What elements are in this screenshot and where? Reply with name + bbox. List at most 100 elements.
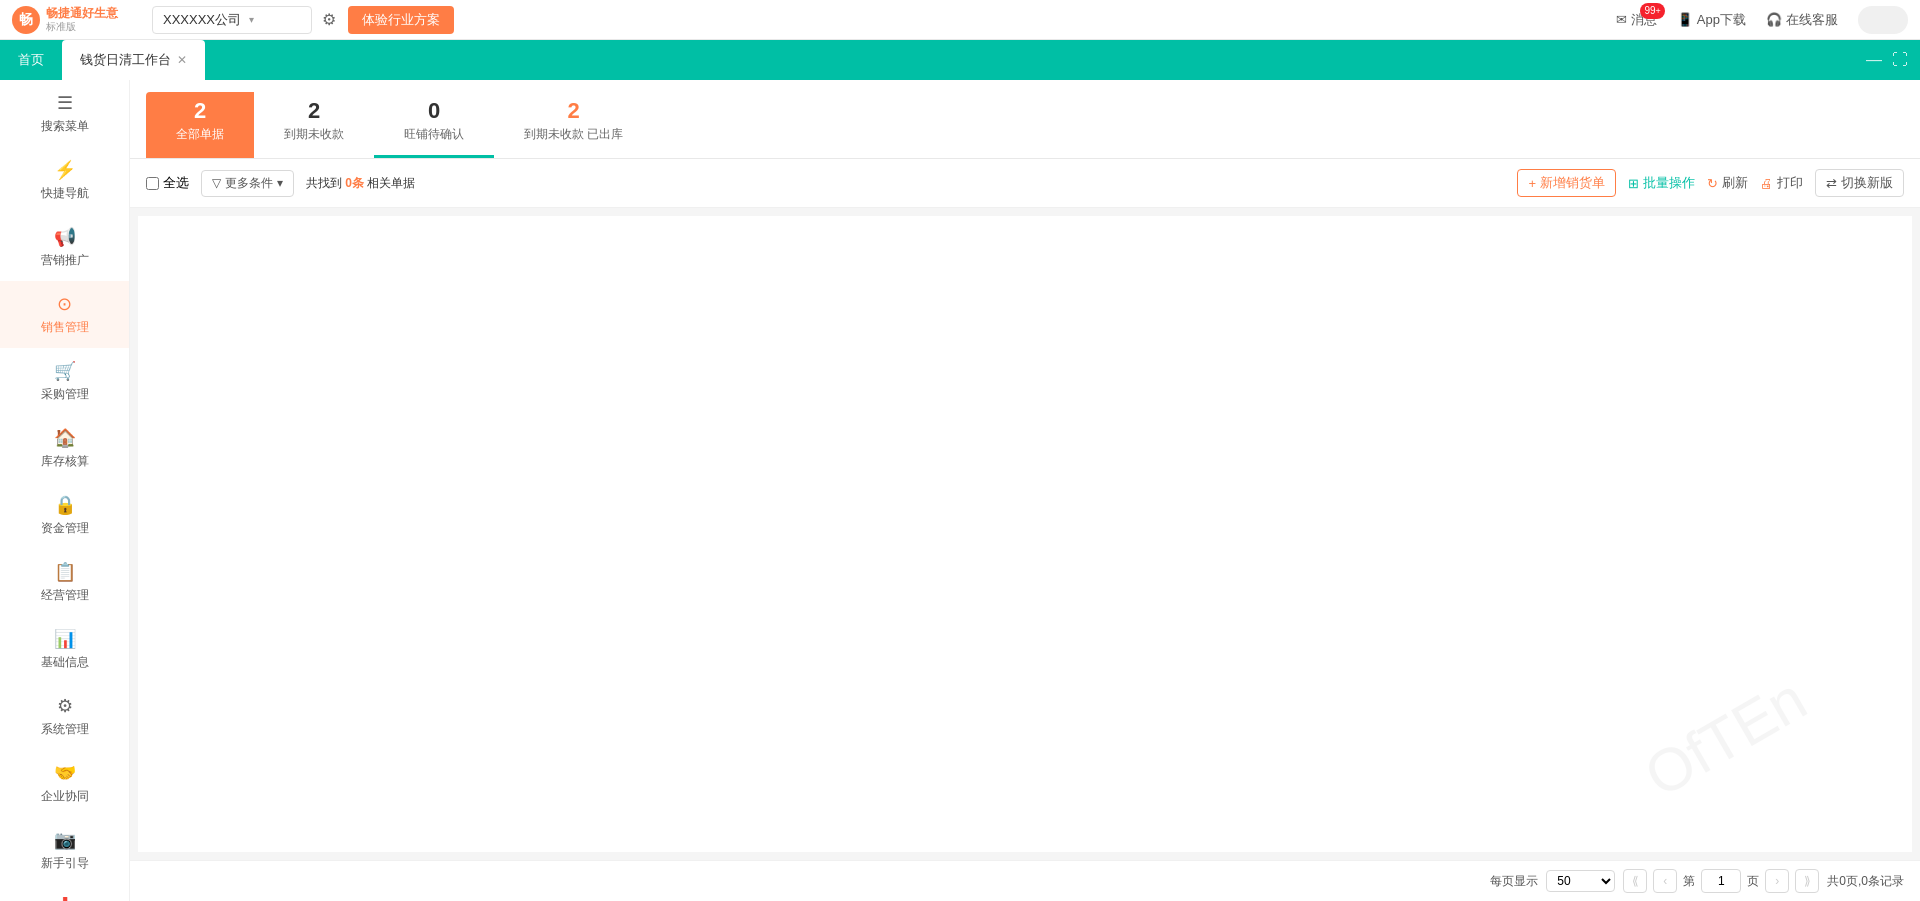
sidebar-item-purchase[interactable]: 🛒 采购管理 <box>0 348 129 415</box>
switch-label: 切换新版 <box>1841 174 1893 192</box>
sidebar-label-system: 系统管理 <box>41 721 89 738</box>
tab-maximize-btn[interactable]: ⛶ <box>1892 51 1908 69</box>
next-page-btn[interactable]: › <box>1765 869 1789 893</box>
sidebar-item-search[interactable]: ☰ 搜索菜单 <box>0 80 129 147</box>
sidebar-label-base: 基础信息 <box>41 654 89 671</box>
print-btn[interactable]: 🖨 打印 <box>1760 174 1803 192</box>
message-icon: ✉ <box>1616 12 1627 27</box>
table-area: OfTEn <box>138 216 1912 852</box>
tab-bar: 首页 钱货日清工作台 ✕ — ⛶ <box>0 40 1920 80</box>
per-page-select[interactable]: 10 20 50 100 <box>1546 870 1615 892</box>
stat-tab-overdue[interactable]: 2 到期未收款 <box>254 92 374 158</box>
online-service-btn[interactable]: 🎧 在线客服 <box>1766 11 1838 29</box>
tab-home[interactable]: 首页 <box>0 40 62 80</box>
found-text: 共找到 0条 相关单据 <box>306 175 415 192</box>
refresh-icon: ↻ <box>1707 176 1718 191</box>
enterprise-icon: 🤝 <box>54 762 76 784</box>
print-label: 打印 <box>1777 174 1803 192</box>
filter-btn[interactable]: ▽ 更多条件 ▾ <box>201 170 294 197</box>
stat-tab-shipped[interactable]: 2 到期未收款 已出库 <box>494 92 653 158</box>
select-all-label: 全选 <box>163 174 189 192</box>
print-icon: 🖨 <box>1760 176 1773 191</box>
stat-count-shipped: 2 <box>568 100 580 122</box>
switch-btn[interactable]: ⇄ 切换新版 <box>1815 169 1904 197</box>
table-empty <box>138 216 1912 852</box>
tab-minimize-btn[interactable]: — <box>1866 51 1882 69</box>
sidebar-label-marketing: 营销推广 <box>41 252 89 269</box>
content-area: 2 全部单据 2 到期未收款 0 旺铺待确认 2 到期未收款 已出库 全选 <box>130 80 1920 901</box>
batch-label: 批量操作 <box>1643 174 1695 192</box>
app-download-label: App下载 <box>1697 11 1746 29</box>
sidebar-item-sales[interactable]: ⊙ 销售管理 <box>0 281 129 348</box>
company-selector[interactable]: XXXXXX公司 ▾ <box>152 6 312 34</box>
stat-count-all: 2 <box>194 100 206 122</box>
switch-icon: ⇄ <box>1826 176 1837 191</box>
stats-tabs: 2 全部单据 2 到期未收款 0 旺铺待确认 2 到期未收款 已出库 <box>130 80 1920 159</box>
tab-bar-actions: — ⛶ <box>1866 51 1920 69</box>
stat-label-overdue: 到期未收款 <box>284 126 344 143</box>
sidebar-label-enterprise: 企业协同 <box>41 788 89 805</box>
sidebar-item-system[interactable]: ⚙ 系统管理 <box>0 683 129 750</box>
appstore-icon: 📥 <box>54 896 76 901</box>
found-suffix: 相关单据 <box>367 176 415 190</box>
sidebar-label-sales: 销售管理 <box>41 319 89 336</box>
company-dropdown-arrow: ▾ <box>249 14 254 25</box>
sidebar-label-search: 搜索菜单 <box>41 118 89 135</box>
total-text: 共0页,0条记录 <box>1827 873 1904 890</box>
select-all-input[interactable] <box>146 177 159 190</box>
prev-page-btn[interactable]: ‹ <box>1653 869 1677 893</box>
sales-icon: ⊙ <box>57 293 72 315</box>
user-avatar-area[interactable] <box>1858 6 1908 34</box>
sidebar-item-appstore[interactable]: 📥 应用中心 <box>0 884 129 901</box>
first-page-btn[interactable]: ⟪ <box>1623 869 1647 893</box>
settings-icon[interactable]: ⚙ <box>322 10 336 29</box>
app-download-icon: 📱 <box>1677 12 1693 27</box>
inventory-icon: 🏠 <box>54 427 76 449</box>
sidebar-label-purchase: 采购管理 <box>41 386 89 403</box>
sidebar-item-marketing[interactable]: 📢 营销推广 <box>0 214 129 281</box>
guide-icon: 📷 <box>54 829 76 851</box>
stat-count-overdue: 2 <box>308 100 320 122</box>
sidebar-item-inventory[interactable]: 🏠 库存核算 <box>0 415 129 482</box>
pagination: 每页显示 10 20 50 100 ⟪ ‹ 第 页 › ⟫ 共0页,0条记录 <box>130 860 1920 901</box>
tab-home-label: 首页 <box>18 51 44 69</box>
marketing-icon: 📢 <box>54 226 76 248</box>
message-btn[interactable]: ✉ 消息 99+ <box>1616 11 1657 29</box>
toolbar: 全选 ▽ 更多条件 ▾ 共找到 0条 相关单据 + 新增销货单 ⊞ 批量操作 <box>130 159 1920 208</box>
company-name: XXXXXX公司 <box>163 11 241 29</box>
online-service-label: 在线客服 <box>1786 11 1838 29</box>
sidebar-item-enterprise[interactable]: 🤝 企业协同 <box>0 750 129 817</box>
sidebar-item-operation[interactable]: 📋 经营管理 <box>0 549 129 616</box>
per-page-label: 每页显示 <box>1490 873 1538 890</box>
tab-close-btn[interactable]: ✕ <box>177 53 187 67</box>
stat-label-all: 全部单据 <box>176 126 224 143</box>
filter-dropdown-icon: ▾ <box>277 176 283 190</box>
app-download-btn[interactable]: 📱 App下载 <box>1677 11 1746 29</box>
batch-btn[interactable]: ⊞ 批量操作 <box>1628 174 1695 192</box>
logo-text: 畅捷通好生意 标准版 <box>46 6 118 32</box>
tab-work[interactable]: 钱货日清工作台 ✕ <box>62 40 205 80</box>
logo-area: 畅 畅捷通好生意 标准版 <box>12 6 142 34</box>
page-input[interactable] <box>1701 869 1741 893</box>
refresh-btn[interactable]: ↻ 刷新 <box>1707 174 1748 192</box>
experience-btn[interactable]: 体验行业方案 <box>348 6 454 34</box>
sidebar: ☰ 搜索菜单 ⚡ 快捷导航 📢 营销推广 ⊙ 销售管理 🛒 采购管理 🏠 库存核… <box>0 80 130 901</box>
page-nav: ⟪ ‹ 第 页 › ⟫ <box>1623 869 1819 893</box>
sidebar-item-base[interactable]: 📊 基础信息 <box>0 616 129 683</box>
search-menu-icon: ☰ <box>57 92 73 114</box>
stat-tab-pending[interactable]: 0 旺铺待确认 <box>374 92 494 158</box>
sidebar-label-finance: 资金管理 <box>41 520 89 537</box>
select-all-checkbox[interactable]: 全选 <box>146 174 189 192</box>
stat-count-pending: 0 <box>428 100 440 122</box>
page-suffix: 页 <box>1747 873 1759 890</box>
add-sale-btn[interactable]: + 新增销货单 <box>1517 169 1616 197</box>
sidebar-item-shortcut[interactable]: ⚡ 快捷导航 <box>0 147 129 214</box>
tab-work-label: 钱货日清工作台 <box>80 51 171 69</box>
filter-label: 更多条件 <box>225 175 273 192</box>
sidebar-item-finance[interactable]: 🔒 资金管理 <box>0 482 129 549</box>
sidebar-label-shortcut: 快捷导航 <box>41 185 89 202</box>
headphone-icon: 🎧 <box>1766 12 1782 27</box>
sidebar-item-guide[interactable]: 📷 新手引导 <box>0 817 129 884</box>
stat-tab-all[interactable]: 2 全部单据 <box>146 92 254 158</box>
last-page-btn[interactable]: ⟫ <box>1795 869 1819 893</box>
